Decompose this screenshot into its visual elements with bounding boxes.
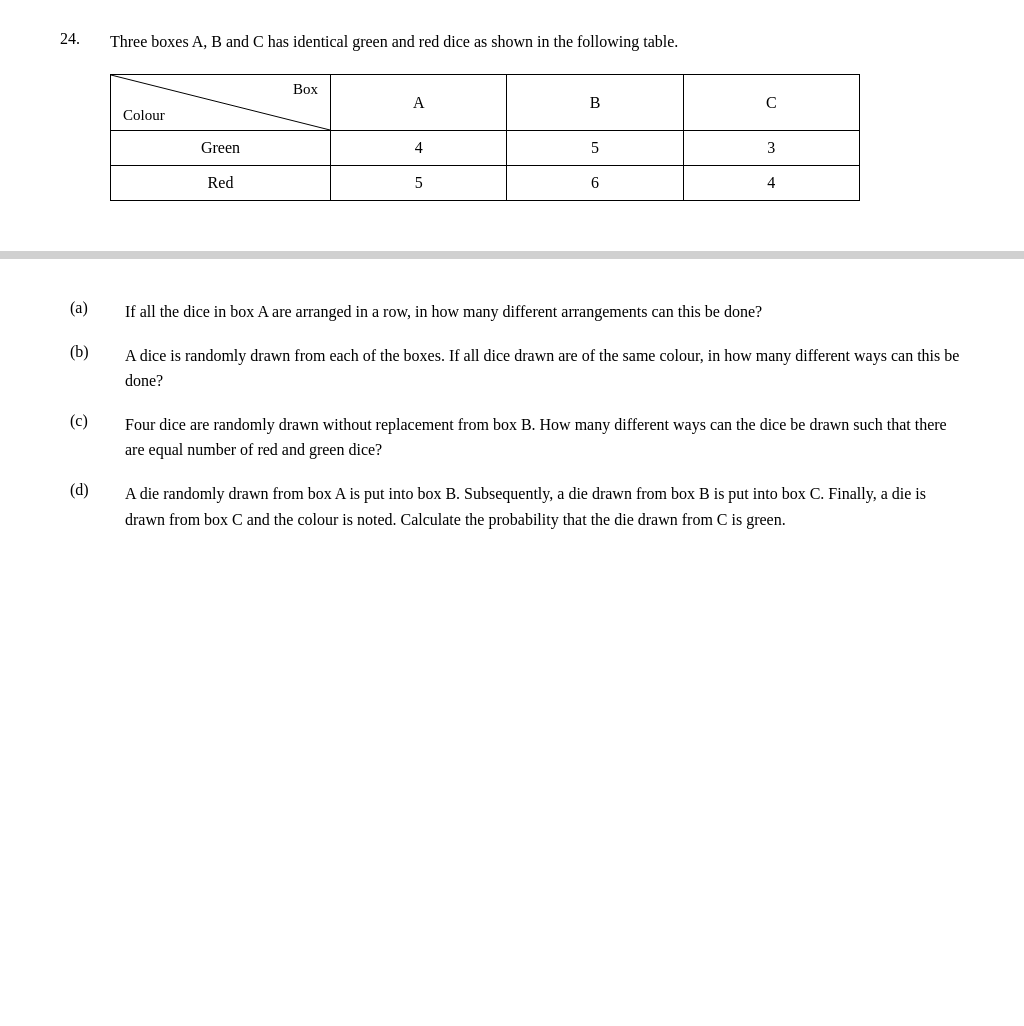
top-section: 24. Three boxes A, B and C has identical… — [0, 0, 1024, 241]
row-label-red: Red — [111, 166, 331, 201]
sub-question-b: (b) A dice is randomly drawn from each o… — [70, 343, 964, 394]
green-a: 4 — [331, 131, 507, 166]
sub-question-a: (a) If all the dice in box A are arrange… — [70, 299, 964, 325]
question-number: 24. — [60, 30, 110, 48]
sub-label-b: (b) — [70, 343, 105, 361]
table-container: Box Colour A B C Green 4 5 3 — [110, 74, 964, 201]
green-c: 3 — [683, 131, 859, 166]
dice-table: Box Colour A B C Green 4 5 3 — [110, 74, 860, 201]
table-row-green: Green 4 5 3 — [111, 131, 860, 166]
colour-label: Colour — [123, 107, 165, 124]
section-divider — [0, 251, 1024, 259]
bottom-section: (a) If all the dice in box A are arrange… — [0, 259, 1024, 1026]
sub-label-a: (a) — [70, 299, 105, 317]
question-header: 24. Three boxes A, B and C has identical… — [60, 30, 964, 54]
sub-label-d: (d) — [70, 481, 105, 499]
table-header-cell: Box Colour — [111, 75, 331, 131]
red-c: 4 — [683, 166, 859, 201]
sub-question-c: (c) Four dice are randomly drawn without… — [70, 412, 964, 463]
page: 24. Three boxes A, B and C has identical… — [0, 0, 1024, 1026]
sub-question-d: (d) A die randomly drawn from box A is p… — [70, 481, 964, 532]
table-row-red: Red 5 6 4 — [111, 166, 860, 201]
col-header-b: B — [507, 75, 683, 131]
sub-text-c: Four dice are randomly drawn without rep… — [125, 412, 964, 463]
col-header-c: C — [683, 75, 859, 131]
red-b: 6 — [507, 166, 683, 201]
sub-label-c: (c) — [70, 412, 105, 430]
question-text: Three boxes A, B and C has identical gre… — [110, 30, 964, 54]
row-label-green: Green — [111, 131, 331, 166]
sub-text-b: A dice is randomly drawn from each of th… — [125, 343, 964, 394]
red-a: 5 — [331, 166, 507, 201]
sub-text-d: A die randomly drawn from box A is put i… — [125, 481, 964, 532]
col-header-a: A — [331, 75, 507, 131]
green-b: 5 — [507, 131, 683, 166]
sub-text-a: If all the dice in box A are arranged in… — [125, 299, 964, 325]
box-label: Box — [293, 81, 318, 98]
sub-questions: (a) If all the dice in box A are arrange… — [70, 299, 964, 532]
